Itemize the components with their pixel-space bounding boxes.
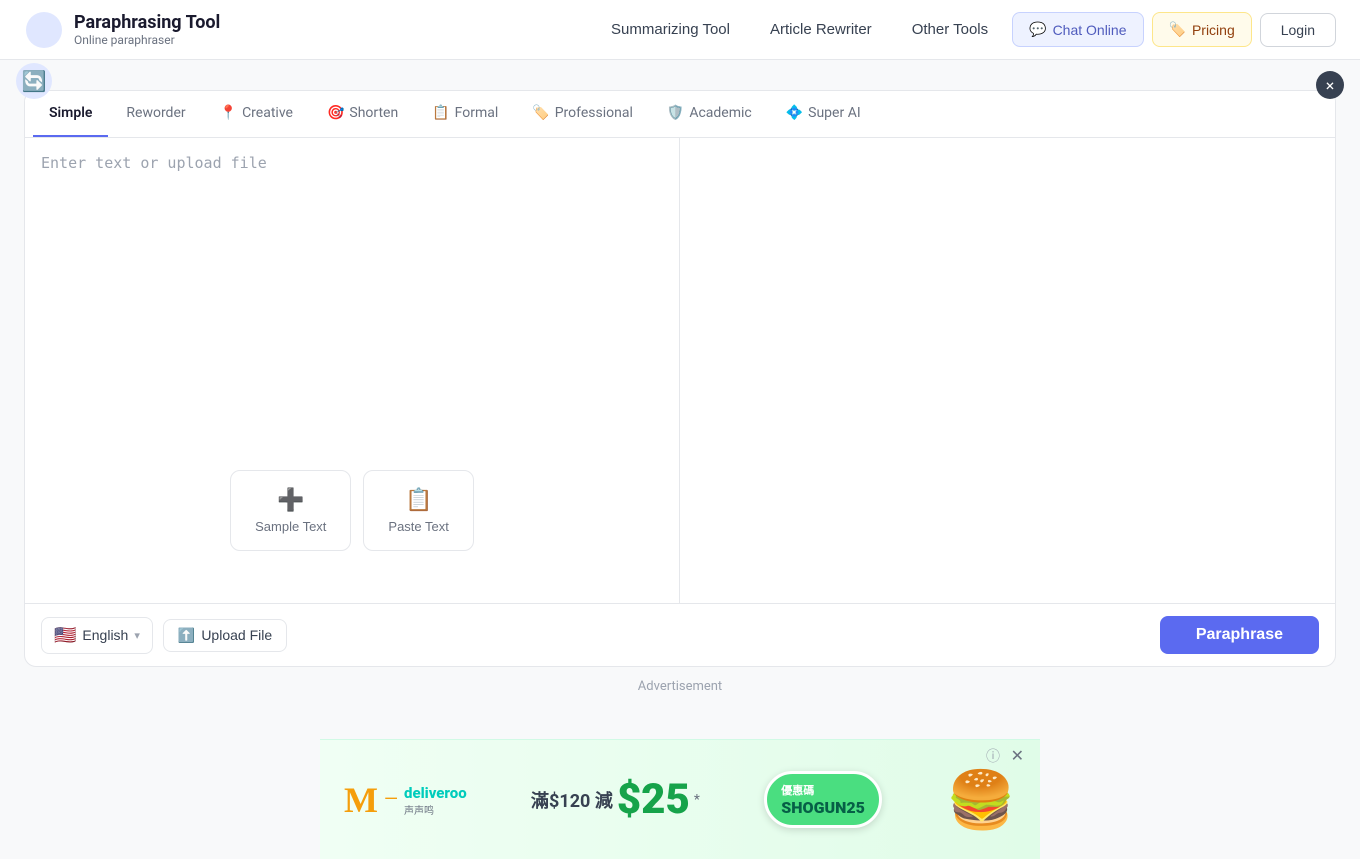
tab-reworder[interactable]: Reworder: [110, 91, 201, 137]
deliveroo-sub: 声声鸣: [404, 802, 467, 817]
tab-formal-label: Formal: [455, 105, 499, 121]
sample-text-icon: ➕: [277, 487, 304, 513]
paraphrase-button[interactable]: Paraphrase: [1160, 616, 1319, 654]
close-overlay-button[interactable]: ×: [1316, 71, 1344, 99]
tab-super-ai[interactable]: 💠 Super AI: [770, 91, 877, 137]
pricing-icon: 🏷️: [1169, 21, 1186, 38]
main-content: Simple Reworder 📍 Creative 🎯 Shorten 📋 F…: [0, 60, 1360, 732]
creative-icon: 📍: [220, 105, 237, 121]
login-button[interactable]: Login: [1260, 13, 1336, 47]
mcdonalds-logo: M: [344, 779, 378, 821]
ad-code-value: SHOGUN25: [781, 798, 865, 817]
sample-text-button[interactable]: ➕ Sample Text: [230, 470, 351, 551]
tab-simple[interactable]: Simple: [33, 91, 108, 137]
text-input[interactable]: [41, 154, 663, 434]
tab-shorten[interactable]: 🎯 Shorten: [311, 91, 414, 137]
logo-area[interactable]: 🦜 Paraphrasing Tool Online paraphraser: [24, 10, 220, 50]
header: 🦜 Paraphrasing Tool Online paraphraser S…: [0, 0, 1360, 60]
chat-online-button[interactable]: 💬 Chat Online: [1012, 12, 1143, 47]
ad-full-label: 滿$120 減: [531, 787, 613, 813]
upload-icon: ⬆️: [178, 627, 195, 644]
editor-left-panel: ➕ Sample Text 📋 Paste Text: [25, 138, 680, 603]
ad-logos: M — deliveroo 声声鸣: [344, 779, 467, 821]
chevron-down-icon: ▾: [134, 629, 140, 642]
tab-super-ai-label: Super AI: [808, 105, 860, 121]
tab-creative[interactable]: 📍 Creative: [204, 91, 309, 137]
chat-icon: 💬: [1029, 21, 1046, 38]
tab-simple-label: Simple: [49, 105, 92, 121]
close-icon: ×: [1326, 76, 1335, 95]
formal-icon: 📋: [432, 105, 449, 121]
bottom-toolbar: 🇺🇸 English ▾ ⬆️ Upload File Paraphrase: [25, 603, 1335, 666]
tab-shorten-label: Shorten: [349, 105, 398, 121]
ad-code-label: 優惠碼: [781, 782, 865, 798]
super-ai-icon: 💠: [786, 105, 803, 121]
nav-links: Summarizing Tool Article Rewriter Other …: [595, 12, 1336, 47]
ad-discount-amount: $25: [617, 775, 690, 824]
upload-file-label: Upload File: [201, 627, 272, 643]
language-flag: 🇺🇸: [54, 625, 76, 646]
advertisement-label: Advertisement: [638, 679, 722, 694]
chat-widget[interactable]: 🔄: [16, 63, 52, 99]
ad-promo-text: 滿$120 減 $25 *: [531, 775, 700, 824]
paste-text-label: Paste Text: [388, 519, 448, 534]
nav-summarizing-tool[interactable]: Summarizing Tool: [595, 13, 746, 46]
deliveroo-text: deliveroo: [404, 784, 467, 802]
tab-academic[interactable]: 🛡️ Academic: [651, 91, 768, 137]
paste-text-icon: 📋: [405, 487, 432, 513]
ad-code-badge: 優惠碼 SHOGUN25: [764, 771, 882, 828]
ad-asterisk: *: [694, 792, 700, 808]
tab-academic-label: Academic: [689, 105, 751, 121]
advertisement-section: Advertisement: [24, 667, 1336, 702]
shorten-icon: 🎯: [327, 105, 344, 121]
tab-formal[interactable]: 📋 Formal: [416, 91, 514, 137]
upload-file-button[interactable]: ⬆️ Upload File: [163, 619, 287, 652]
editor-right-panel: [680, 138, 1335, 603]
tab-professional[interactable]: 🏷️ Professional: [516, 91, 649, 137]
chat-online-label: Chat Online: [1053, 22, 1127, 38]
nav-other-tools[interactable]: Other Tools: [896, 13, 1004, 46]
logo-icon: 🦜: [24, 10, 64, 50]
professional-icon: 🏷️: [532, 105, 549, 121]
tab-creative-label: Creative: [242, 105, 293, 121]
paste-text-button[interactable]: 📋 Paste Text: [363, 470, 473, 551]
tab-reworder-label: Reworder: [126, 105, 185, 121]
tool-card: Simple Reworder 📍 Creative 🎯 Shorten 📋 F…: [24, 90, 1336, 667]
tab-professional-label: Professional: [555, 105, 633, 121]
bottom-ad-banner: M — deliveroo 声声鸣 滿$120 減 $25 * 優惠碼 SHOG…: [320, 739, 1040, 859]
center-action-buttons: ➕ Sample Text 📋 Paste Text: [41, 454, 663, 567]
language-selector[interactable]: 🇺🇸 English ▾: [41, 617, 153, 654]
pricing-label: Pricing: [1192, 22, 1235, 38]
academic-icon: 🛡️: [667, 105, 684, 121]
logo-text: Paraphrasing Tool Online paraphraser: [74, 12, 220, 48]
ad-food-image: 🍔: [946, 767, 1016, 833]
tabs-bar: Simple Reworder 📍 Creative 🎯 Shorten 📋 F…: [25, 91, 1335, 138]
sample-text-label: Sample Text: [255, 519, 326, 534]
dash-icon: —: [384, 789, 398, 810]
chat-widget-icon: 🔄: [22, 69, 47, 93]
deliveroo-logo: deliveroo 声声鸣: [404, 783, 467, 817]
pricing-button[interactable]: 🏷️ Pricing: [1152, 12, 1252, 47]
ad-close-button[interactable]: ✕: [1011, 746, 1024, 765]
editor-area: ➕ Sample Text 📋 Paste Text: [25, 138, 1335, 603]
nav-article-rewriter[interactable]: Article Rewriter: [754, 13, 888, 46]
app-subtitle: Online paraphraser: [74, 33, 220, 47]
ad-info-icon[interactable]: ⓘ: [986, 746, 1000, 766]
app-title: Paraphrasing Tool: [74, 12, 220, 34]
language-label: English: [82, 627, 128, 643]
